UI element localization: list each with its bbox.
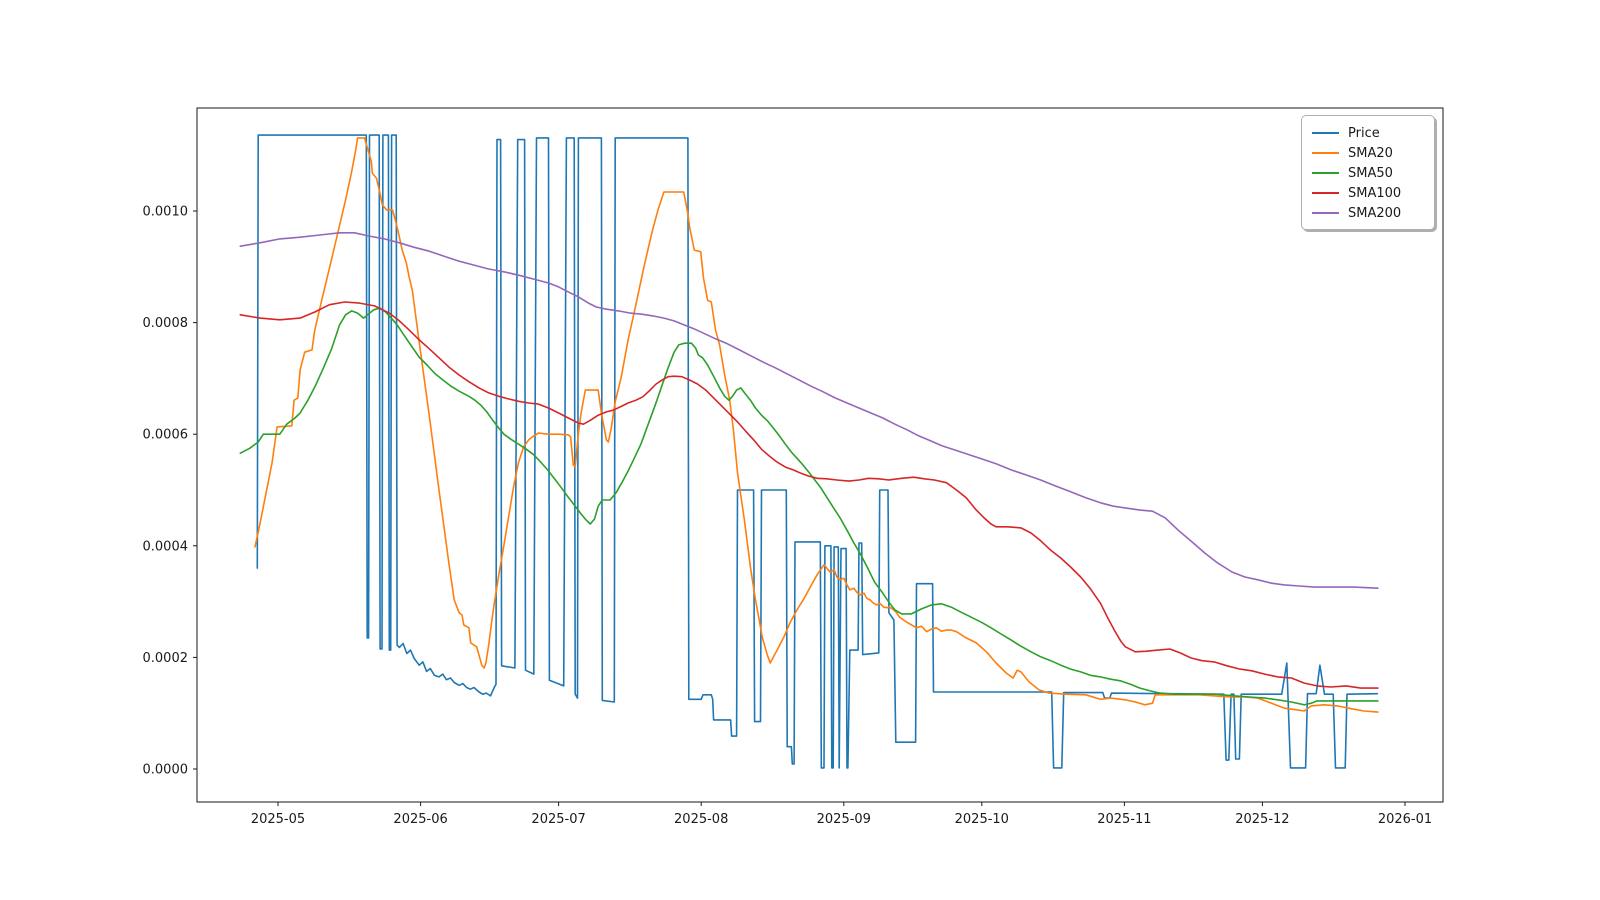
legend-item-label: SMA50 [1348,165,1393,181]
legend-item-price: Price [1312,123,1424,143]
y-tick-label: 0.0006 [143,428,189,443]
series-line-sma50 [239,307,1379,706]
series-line-sma20 [254,137,1379,713]
legend-line-swatch [1312,192,1339,194]
legend-line-swatch [1312,132,1339,134]
y-tick-label: 0.0002 [143,651,189,666]
chart-figure: 0.0000 0.0002 0.0004 0.0006 0.0008 0.0010 2025… [0,0,1600,900]
legend-item-label: SMA20 [1348,145,1393,161]
x-tick-label: 2026-01 [1378,812,1432,827]
legend-item-sma20: SMA20 [1312,143,1424,163]
x-tick-label: 2025-10 [955,812,1009,827]
series-line-price [256,134,1379,769]
legend-item-label: SMA100 [1348,185,1402,201]
legend-item-label: SMA200 [1348,205,1402,221]
y-tick-label: 0.0010 [143,205,189,220]
y-tick-label: 0.0000 [143,763,189,778]
x-tick-label: 2025-05 [251,812,305,827]
legend-item-sma200: SMA200 [1312,203,1424,223]
legend-item-label: Price [1348,125,1380,141]
x-tick-label: 2025-09 [817,812,871,827]
legend-item-sma50: SMA50 [1312,163,1424,183]
legend-line-swatch [1312,172,1339,174]
x-tick-label: 2025-06 [393,812,447,827]
y-tick-label: 0.0004 [143,539,189,554]
x-tick-label: 2025-07 [531,812,585,827]
y-tick-label: 0.0008 [143,316,189,331]
legend: Price SMA20 SMA50 SMA100 SMA200 [1301,115,1435,230]
legend-item-sma100: SMA100 [1312,183,1424,203]
x-tick-label: 2025-12 [1235,812,1289,827]
x-tick-label: 2025-08 [674,812,728,827]
x-tick-label: 2025-11 [1097,812,1151,827]
legend-line-swatch [1312,212,1339,214]
legend-line-swatch [1312,152,1339,154]
series-line-sma100 [239,301,1379,689]
